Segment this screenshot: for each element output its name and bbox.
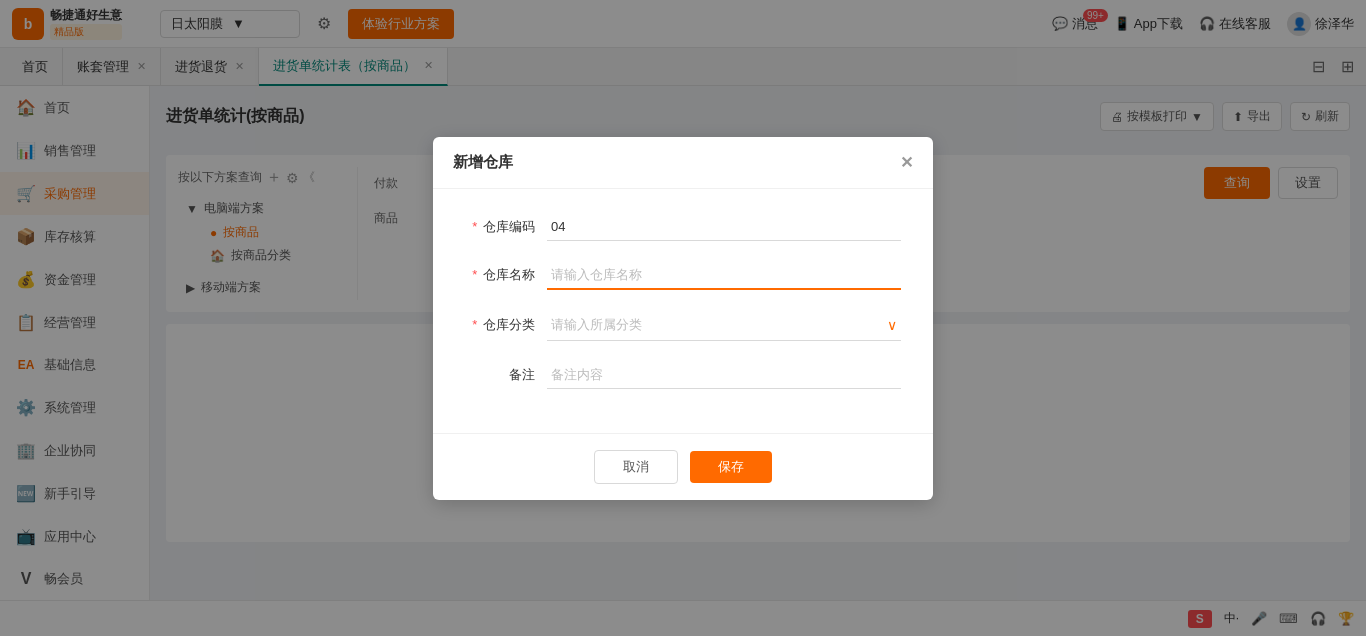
form-row-name: * 仓库名称 — [465, 261, 901, 290]
modal-footer: 取消 保存 — [433, 433, 933, 500]
category-arrow-icon: ∨ — [887, 317, 897, 333]
category-label-text: 仓库分类 — [483, 317, 535, 332]
code-label: * 仓库编码 — [465, 218, 535, 236]
modal-body: * 仓库编码 * 仓库名称 * 仓库分类 请输入所属 — [433, 189, 933, 433]
category-label: * 仓库分类 — [465, 316, 535, 334]
note-label-text: 备注 — [509, 367, 535, 382]
modal-close-icon[interactable]: ✕ — [900, 153, 913, 172]
form-row-code: * 仓库编码 — [465, 213, 901, 241]
code-label-text: 仓库编码 — [483, 219, 535, 234]
category-placeholder: 请输入所属分类 — [551, 316, 642, 334]
form-row-category: * 仓库分类 请输入所属分类 ∨ — [465, 310, 901, 341]
name-label: * 仓库名称 — [465, 266, 535, 284]
save-button[interactable]: 保存 — [690, 451, 772, 483]
form-row-note: 备注 — [465, 361, 901, 389]
add-warehouse-modal: 新增仓库 ✕ * 仓库编码 * 仓库名称 — [433, 137, 933, 500]
warehouse-code-input[interactable] — [547, 213, 901, 241]
warehouse-note-input[interactable] — [547, 361, 901, 389]
warehouse-name-input[interactable] — [547, 261, 901, 290]
modal-overlay[interactable]: 新增仓库 ✕ * 仓库编码 * 仓库名称 — [0, 0, 1366, 636]
note-label: 备注 — [465, 366, 535, 384]
category-select[interactable]: 请输入所属分类 ∨ — [547, 310, 901, 341]
cancel-button[interactable]: 取消 — [594, 450, 678, 484]
name-label-text: 仓库名称 — [483, 267, 535, 282]
modal-title: 新增仓库 — [453, 153, 513, 172]
modal-header: 新增仓库 ✕ — [433, 137, 933, 189]
